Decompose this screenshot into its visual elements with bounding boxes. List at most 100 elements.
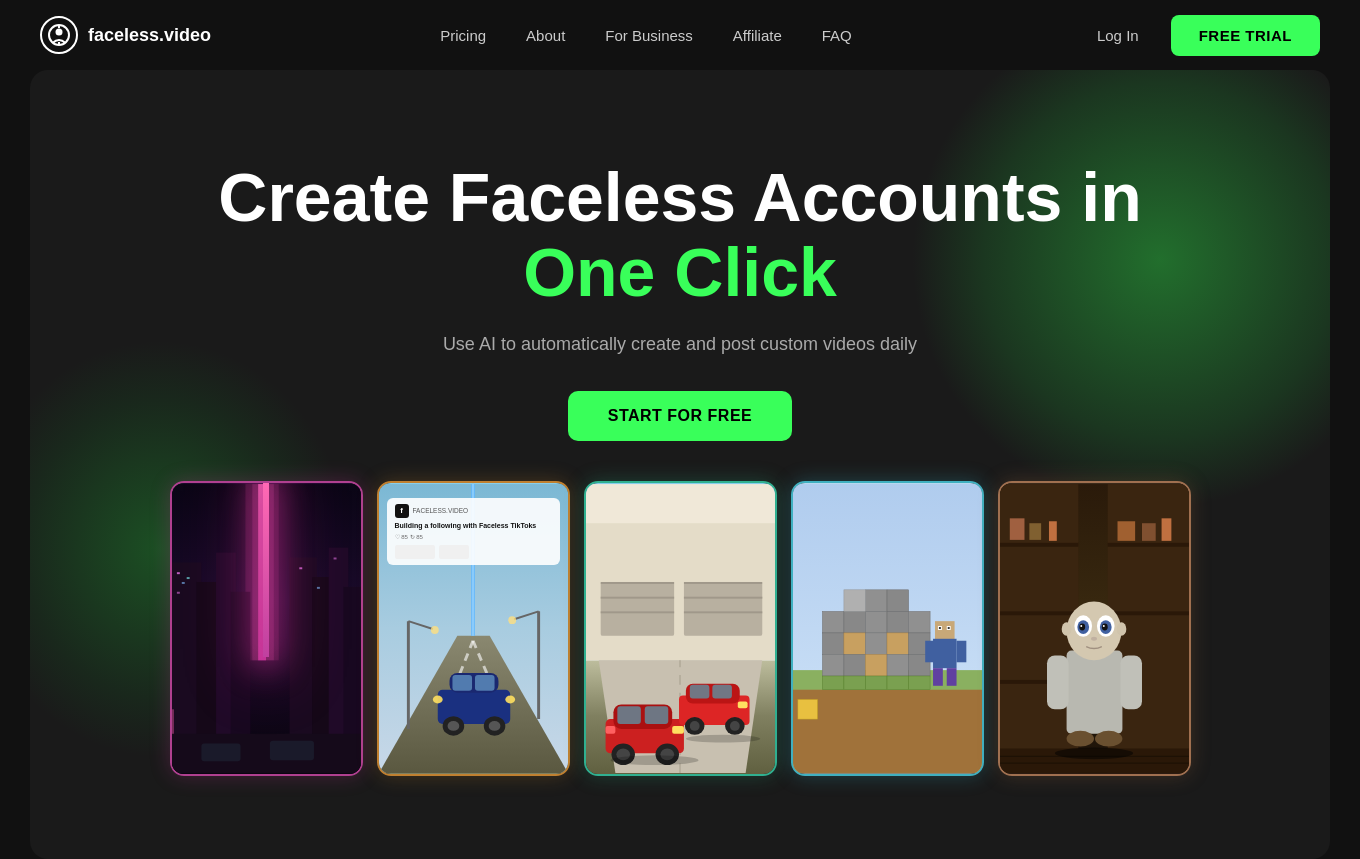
svg-rect-23 bbox=[172, 733, 361, 772]
svg-rect-56 bbox=[600, 611, 673, 613]
svg-rect-106 bbox=[843, 676, 865, 690]
svg-rect-59 bbox=[683, 596, 761, 598]
nav-for-business[interactable]: For Business bbox=[589, 19, 709, 52]
svg-rect-18 bbox=[176, 591, 179, 593]
svg-point-155 bbox=[1054, 747, 1132, 759]
svg-rect-92 bbox=[822, 633, 844, 655]
svg-rect-109 bbox=[908, 676, 930, 690]
nav-links: Pricing About For Business Affiliate FAQ bbox=[424, 19, 868, 52]
svg-rect-65 bbox=[617, 706, 641, 724]
svg-rect-127 bbox=[1107, 542, 1188, 546]
svg-rect-108 bbox=[887, 676, 909, 690]
svg-point-145 bbox=[1101, 623, 1107, 630]
nav-faq[interactable]: FAQ bbox=[806, 19, 868, 52]
svg-rect-94 bbox=[865, 633, 887, 655]
svg-rect-104 bbox=[843, 589, 865, 611]
svg-rect-115 bbox=[946, 668, 956, 686]
svg-point-149 bbox=[1061, 622, 1071, 636]
svg-rect-41 bbox=[452, 675, 472, 691]
svg-rect-54 bbox=[600, 582, 673, 584]
svg-rect-7 bbox=[252, 484, 274, 660]
svg-rect-97 bbox=[822, 654, 844, 676]
brand-logo[interactable]: faceless.video bbox=[40, 16, 211, 54]
hero-section: Create Faceless Accounts in One Click Us… bbox=[30, 70, 1330, 859]
svg-rect-88 bbox=[843, 611, 865, 633]
svg-point-48 bbox=[432, 695, 442, 703]
svg-rect-105 bbox=[822, 676, 844, 690]
svg-point-36 bbox=[508, 616, 516, 624]
thumbnail-car-tiktok: f FACELESS.VIDEO Building a following wi… bbox=[377, 481, 570, 776]
thumb-bg-red-cars bbox=[586, 483, 775, 774]
svg-rect-133 bbox=[1141, 523, 1155, 541]
svg-rect-60 bbox=[683, 611, 761, 613]
svg-point-144 bbox=[1079, 623, 1085, 630]
hero-title: Create Faceless Accounts in One Click bbox=[218, 160, 1141, 310]
svg-rect-103 bbox=[887, 589, 909, 611]
svg-rect-81 bbox=[737, 701, 747, 708]
hero-title-line2: One Click bbox=[218, 235, 1141, 310]
svg-point-146 bbox=[1080, 625, 1082, 627]
svg-rect-72 bbox=[605, 726, 615, 734]
svg-point-78 bbox=[689, 721, 699, 731]
svg-rect-16 bbox=[176, 572, 179, 574]
svg-rect-25 bbox=[269, 740, 313, 760]
svg-rect-132 bbox=[1117, 521, 1135, 541]
free-trial-button[interactable]: FREE TRIAL bbox=[1171, 15, 1320, 56]
thumbnail-cyberpunk bbox=[170, 481, 363, 776]
svg-rect-112 bbox=[925, 640, 935, 662]
svg-rect-131 bbox=[1048, 521, 1056, 541]
svg-rect-66 bbox=[644, 706, 668, 724]
svg-rect-17 bbox=[181, 582, 184, 584]
svg-rect-138 bbox=[1066, 650, 1122, 733]
svg-point-46 bbox=[488, 721, 500, 731]
svg-point-153 bbox=[1066, 730, 1093, 746]
svg-rect-151 bbox=[1047, 655, 1069, 709]
svg-rect-120 bbox=[797, 699, 817, 719]
nav-right: Log In FREE TRIAL bbox=[1081, 15, 1320, 56]
svg-rect-86 bbox=[793, 689, 982, 772]
svg-rect-76 bbox=[712, 684, 732, 698]
svg-rect-53 bbox=[600, 582, 673, 636]
thumbnails-row: f FACELESS.VIDEO Building a following wi… bbox=[150, 481, 1211, 776]
svg-rect-24 bbox=[201, 743, 240, 761]
svg-rect-111 bbox=[933, 638, 957, 667]
svg-rect-114 bbox=[933, 668, 943, 686]
svg-rect-58 bbox=[683, 582, 761, 584]
svg-rect-19 bbox=[186, 577, 189, 579]
svg-rect-26 bbox=[172, 709, 174, 733]
svg-rect-71 bbox=[672, 726, 684, 734]
svg-rect-102 bbox=[865, 589, 887, 611]
svg-point-83 bbox=[685, 734, 759, 742]
thumb-bg-creepy-child bbox=[1000, 483, 1189, 774]
svg-rect-91 bbox=[908, 611, 930, 633]
thumb-bg-minecraft bbox=[793, 483, 982, 774]
svg-point-33 bbox=[430, 626, 438, 634]
svg-rect-90 bbox=[887, 611, 909, 633]
svg-rect-21 bbox=[316, 586, 319, 588]
svg-rect-124 bbox=[1000, 542, 1078, 546]
svg-point-154 bbox=[1094, 730, 1121, 746]
thumbnail-red-cars bbox=[584, 481, 777, 776]
svg-rect-89 bbox=[865, 611, 887, 633]
overlay-title: Building a following with Faceless TikTo… bbox=[395, 522, 552, 529]
brand-name: faceless.video bbox=[88, 25, 211, 46]
start-free-button[interactable]: START FOR FREE bbox=[568, 391, 792, 441]
svg-rect-107 bbox=[865, 676, 887, 690]
nav-affiliate[interactable]: Affiliate bbox=[717, 19, 798, 52]
svg-rect-87 bbox=[822, 611, 844, 633]
hero-title-line1: Create Faceless Accounts in bbox=[218, 159, 1141, 235]
navbar: faceless.video Pricing About For Busines… bbox=[0, 0, 1360, 70]
nav-about[interactable]: About bbox=[510, 19, 581, 52]
svg-point-147 bbox=[1102, 625, 1104, 627]
nav-pricing[interactable]: Pricing bbox=[424, 19, 502, 52]
svg-point-148 bbox=[1091, 636, 1097, 640]
login-button[interactable]: Log In bbox=[1081, 19, 1155, 52]
thumb-bg-car-tiktok: f FACELESS.VIDEO Building a following wi… bbox=[379, 483, 568, 774]
overlay-stats: ♡ 85 ↻ 85 bbox=[395, 533, 552, 540]
svg-point-82 bbox=[610, 755, 698, 765]
svg-rect-100 bbox=[887, 654, 909, 676]
svg-rect-42 bbox=[474, 675, 494, 691]
svg-rect-95 bbox=[887, 633, 909, 655]
hero-content: Create Faceless Accounts in One Click Us… bbox=[150, 70, 1211, 826]
svg-point-150 bbox=[1116, 622, 1126, 636]
